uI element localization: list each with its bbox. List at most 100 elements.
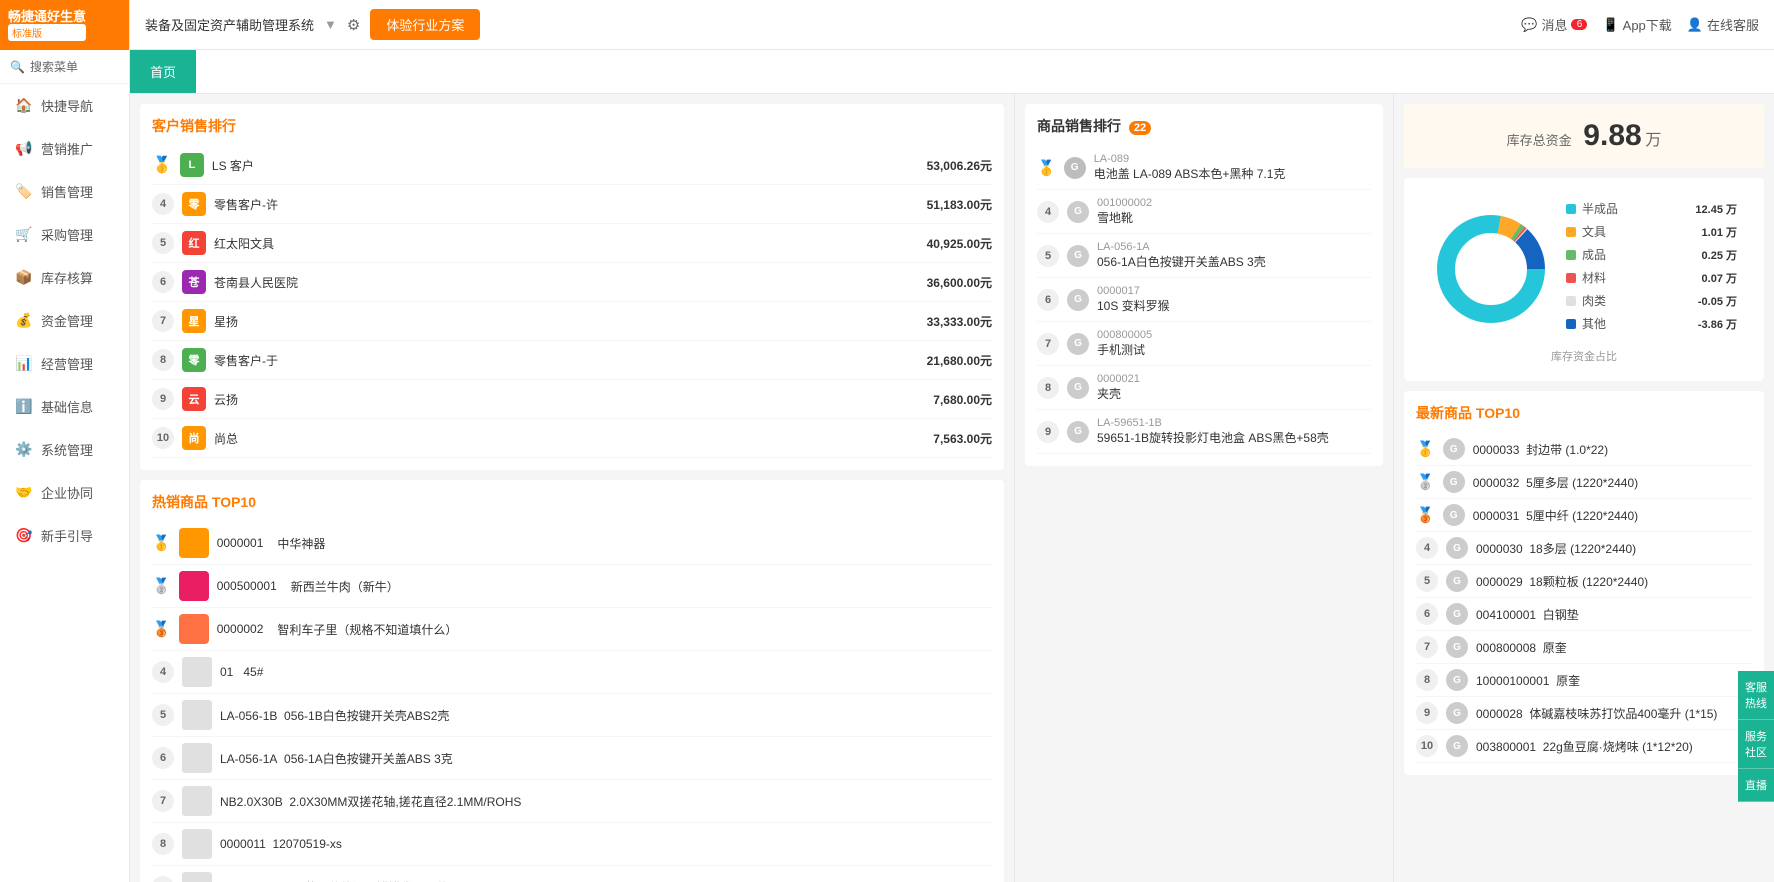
product-img: G <box>1443 471 1465 493</box>
customer-avatar: 尚 <box>182 426 206 450</box>
rank-item: 🥇 L LS 客户 53,006.26元 <box>152 146 992 185</box>
tab-home[interactable]: 首页 <box>130 50 196 93</box>
sidebar-item-system[interactable]: ⚙️ 系统管理 <box>0 428 129 471</box>
content-area: 客户销售排行 🥇 L LS 客户 53,006.26元 4 零 零售客户-许 5… <box>130 94 1774 882</box>
product-sales-section: 商品销售排行 22 🥇 G LA-089 电池盖 LA-089 ABS本色+黑种… <box>1025 104 1383 466</box>
sidebar-item-finance[interactable]: 💰 资金管理 <box>0 299 129 342</box>
product-name: 中华神器 <box>277 535 325 552</box>
product-img: G <box>1446 603 1468 625</box>
legend-dot <box>1566 319 1576 329</box>
trial-button[interactable]: 体验行业方案 <box>370 9 480 40</box>
float-service-btn[interactable]: 客服热线 <box>1738 671 1774 720</box>
legend-label: 成品 <box>1582 246 1696 263</box>
product-rank-name: 雪地靴 <box>1097 209 1371 226</box>
newest-product-item: 5 G 0000029 18颗粒板 (1220*2440) <box>1416 565 1752 598</box>
inventory-icon: 📦 <box>15 269 33 287</box>
float-community-btn[interactable]: 服务社区 <box>1738 720 1774 769</box>
product-info: 000800008 原奎 <box>1476 639 1567 656</box>
legend-item: 其他 -3.86 万 <box>1566 315 1737 332</box>
sidebar-search[interactable]: 🔍 搜索菜单 <box>0 50 129 84</box>
hot-product-item: 🥈 000500001 新西兰牛肉（新牛） <box>152 565 992 608</box>
legend-label: 文具 <box>1582 223 1696 240</box>
inventory-total-value: 9.88 <box>1583 119 1641 152</box>
donut-chart <box>1431 209 1551 329</box>
rank-number: 9 <box>152 388 174 410</box>
online-service-button[interactable]: 👤 在线客服 <box>1687 15 1759 34</box>
legend-value: -3.86 万 <box>1698 316 1737 332</box>
customer-name: 红太阳文具 <box>214 235 919 252</box>
product-info: 10000100001 原奎 <box>1476 672 1580 689</box>
product-rank-name: 电池盖 LA-089 ABS本色+黑种 7.1克 <box>1094 165 1371 182</box>
product-info: 0000031 5厘中纤 (1220*2440) <box>1473 507 1638 524</box>
customer-name: LS 客户 <box>212 157 919 174</box>
newest-product-item: 9 G 0000028 体碱嘉枝味苏打饮品400毫升 (1*15) <box>1416 697 1752 730</box>
hot-product-item: 9 KK-SD22110H 花语萌值温分罐罐袋（厚款） <box>152 866 992 882</box>
product-name: 智利车子里（规格不知道填什么） <box>277 621 457 638</box>
inventory-total-unit: 万 <box>1645 132 1661 149</box>
home-icon: 🏠 <box>15 97 33 115</box>
customer-name: 尚总 <box>214 430 925 447</box>
customer-ranking-title: 客户销售排行 <box>152 116 992 136</box>
product-rank-name: 59651-1B旋转投影灯电池盒 ABS黑色+58壳 <box>1097 429 1371 446</box>
rank-number: 5 <box>152 232 174 254</box>
sidebar-item-purchase[interactable]: 🛒 采购管理 <box>0 213 129 256</box>
sidebar-item-nav[interactable]: 🏠 快捷导航 <box>0 84 129 127</box>
sidebar-search-label: 搜索菜单 <box>30 58 78 75</box>
sidebar-item-operations[interactable]: 📊 经营管理 <box>0 342 129 385</box>
legend-dot <box>1566 296 1576 306</box>
rank-item: 8 零 零售客户-于 21,680.00元 <box>152 341 992 380</box>
message-badge: 6 <box>1571 19 1587 30</box>
rank-number: 6 <box>1037 289 1059 311</box>
legend-label: 其他 <box>1582 315 1692 332</box>
hot-product-item: 🥉 0000002 智利车子里（规格不知道填什么） <box>152 608 992 651</box>
sidebar-item-inventory[interactable]: 📦 库存核算 <box>0 256 129 299</box>
hot-product-item: 4 01 45# <box>152 651 992 694</box>
message-button[interactable]: 💬 消息 6 <box>1521 15 1587 34</box>
newest-product-item: 4 G 0000030 18多层 (1220*2440) <box>1416 532 1752 565</box>
topbar: 装备及固定资产辅助管理系统 ▼ ⚙ 体验行业方案 💬 消息 6 📱 App下载 … <box>130 0 1774 50</box>
sidebar-item-basics[interactable]: ℹ️ 基础信息 <box>0 385 129 428</box>
product-rank-item: 4 G 001000002 雪地靴 <box>1037 190 1371 234</box>
rank-number: 7 <box>152 310 174 332</box>
newest-products-section: 最新商品 TOP10 🥇 G 0000033 封边带 (1.0*22) 🥈 G … <box>1404 391 1764 775</box>
customer-name: 星扬 <box>214 313 919 330</box>
inventory-total-label: 库存总资金 <box>1507 133 1572 148</box>
product-image <box>182 700 212 730</box>
product-info: NB2.0X30B 2.0X30MM双搓花轴,搓花直径2.1MM/ROHS <box>220 793 521 810</box>
sidebar-item-label: 经营管理 <box>41 354 93 373</box>
product-image <box>179 528 209 558</box>
sidebar-item-marketing[interactable]: 📢 营销推广 <box>0 127 129 170</box>
product-rank-item: 7 G 000800005 手机测试 <box>1037 322 1371 366</box>
app-download-button[interactable]: 📱 App下载 <box>1602 15 1671 34</box>
rank-item: 5 红 红太阳文具 40,925.00元 <box>152 224 992 263</box>
customer-name: 云扬 <box>214 391 925 408</box>
sidebar-item-collab[interactable]: 🤝 企业协同 <box>0 471 129 514</box>
sidebar-item-guide[interactable]: 🎯 新手引导 <box>0 514 129 557</box>
product-rank-item: 8 G 0000021 夹壳 <box>1037 366 1371 410</box>
product-image <box>182 743 212 773</box>
product-info: KK-SD22110H 花语萌值温分罐罐袋（厚款） <box>220 879 461 882</box>
finance-icon: 💰 <box>15 312 33 330</box>
trophy-icon: 🥈 <box>152 577 171 595</box>
search-icon: 🔍 <box>10 60 25 74</box>
dropdown-icon[interactable]: ▼ <box>324 17 337 32</box>
product-img: G <box>1446 537 1468 559</box>
rank-number: 9 <box>152 876 174 882</box>
product-img: G <box>1446 570 1468 592</box>
float-live-btn[interactable]: 直播 <box>1738 769 1774 802</box>
chart-area: 半成品 12.45 万 文具 1.01 万 成品 0.25 万 <box>1416 190 1752 348</box>
rank-number: 5 <box>152 704 174 726</box>
rank-number: 5 <box>1037 245 1059 267</box>
sidebar-item-label: 营销推广 <box>41 139 93 158</box>
app-download-label: App下载 <box>1623 15 1672 34</box>
product-rank-avatar: G <box>1067 245 1089 267</box>
sidebar-item-sales[interactable]: 🏷️ 销售管理 <box>0 170 129 213</box>
product-info: 0000030 18多层 (1220*2440) <box>1476 540 1636 557</box>
gear-icon[interactable]: ⚙ <box>347 16 360 34</box>
online-service-label: 在线客服 <box>1707 15 1759 34</box>
product-image <box>182 829 212 859</box>
top-badge: 22 <box>1129 121 1151 135</box>
rank-item: 6 苍 苍南县人民医院 36,600.00元 <box>152 263 992 302</box>
sidebar-item-label: 库存核算 <box>41 268 93 287</box>
legend-value: 12.45 万 <box>1695 201 1737 217</box>
